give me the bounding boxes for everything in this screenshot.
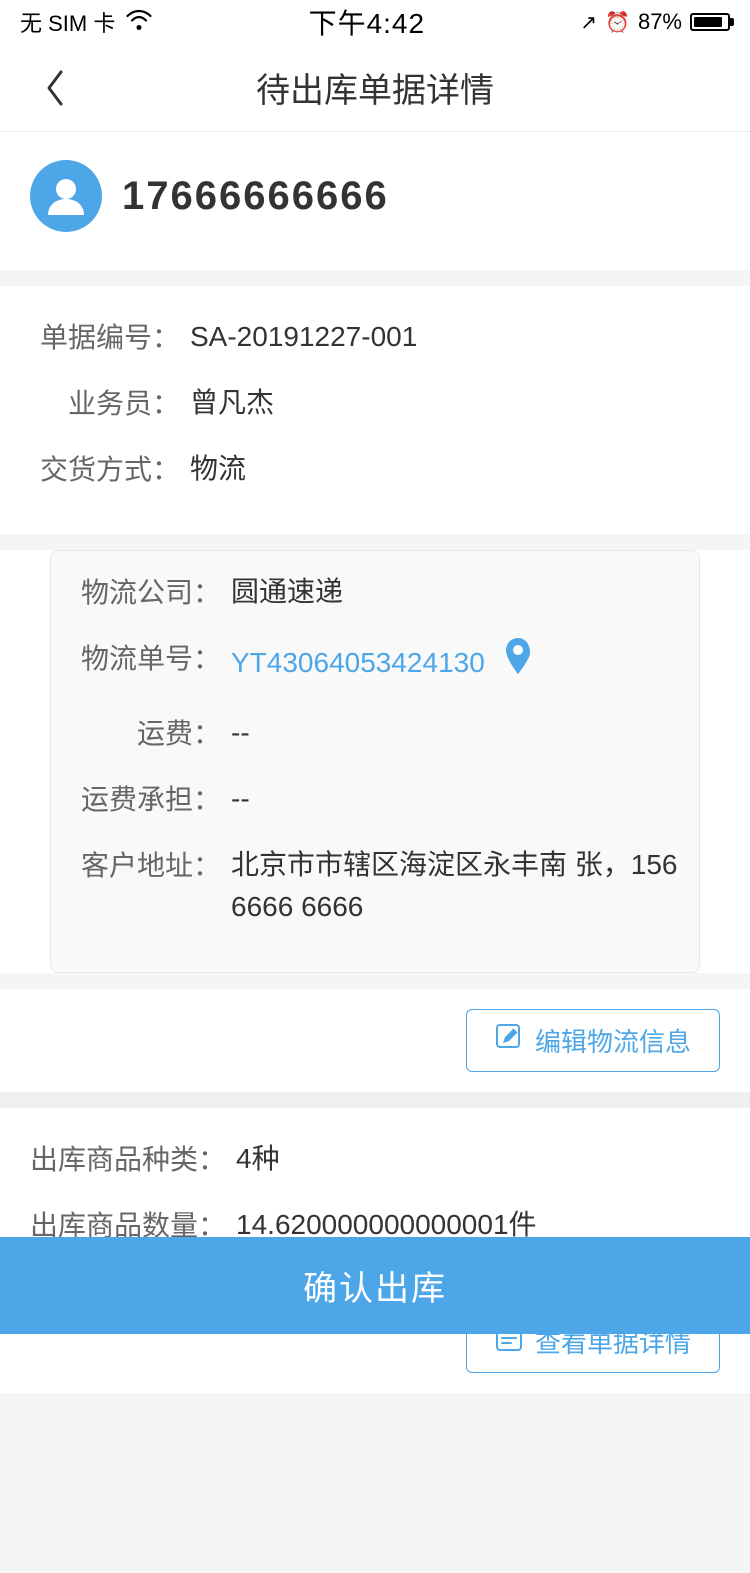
order-no-row: 单据编号： SA-20191227-001 <box>30 316 720 358</box>
back-button[interactable] <box>30 63 80 113</box>
edit-logistics-button[interactable]: 编辑物流信息 <box>466 1009 720 1072</box>
bottom-spacer <box>0 1393 750 1573</box>
dashed-divider <box>0 260 750 270</box>
freight-label: 运费： <box>71 712 231 752</box>
battery-icon <box>690 13 730 31</box>
delivery-method-label: 交货方式： <box>30 448 190 488</box>
logistics-company-label: 物流公司： <box>71 571 231 611</box>
section-separator <box>0 1092 750 1108</box>
status-left: 无 SIM 卡 <box>20 6 153 38</box>
delivery-method-value: 物流 <box>190 448 720 490</box>
tracking-number: YT43064053424130 <box>231 642 485 684</box>
nav-bar: 待出库单据详情 <box>0 44 750 132</box>
address-row: 客户地址： 北京市市辖区海淀区永丰南 张，156 6666 6666 <box>71 844 679 928</box>
location-icon[interactable] <box>501 637 535 688</box>
logistics-card: 物流公司： 圆通速递 物流单号： YT43064053424130 运费： --… <box>50 550 700 973</box>
freight-bearer-value: -- <box>231 778 679 820</box>
salesman-value: 曾凡杰 <box>190 382 720 424</box>
logistics-company-value: 圆通速递 <box>231 571 679 613</box>
order-no-label: 单据编号： <box>30 316 190 356</box>
confirm-button-wrapper: 确认出库 <box>0 1237 750 1334</box>
wifi-icon <box>125 8 153 36</box>
tracking-value: YT43064053424130 <box>231 637 679 688</box>
address-label: 客户地址： <box>71 844 231 884</box>
edit-icon <box>495 1023 523 1058</box>
tracking-label: 物流单号： <box>71 637 231 677</box>
freight-bearer-row: 运费承担： -- <box>71 778 679 820</box>
status-right: ↗ ⏰ 87% <box>580 9 730 35</box>
freight-row: 运费： -- <box>71 712 679 754</box>
address-value: 北京市市辖区海淀区永丰南 张，156 6666 6666 <box>231 844 679 928</box>
salesman-label: 业务员： <box>30 382 190 422</box>
no-sim-text: 无 SIM 卡 <box>20 6 115 38</box>
page-title: 待出库单据详情 <box>256 63 494 112</box>
confirm-button[interactable]: 确认出库 <box>0 1261 750 1310</box>
logistics-company-row: 物流公司： 圆通速递 <box>71 571 679 613</box>
order-no-value: SA-20191227-001 <box>190 316 720 358</box>
freight-value: -- <box>231 712 679 754</box>
status-bar: 无 SIM 卡 下午4:42 ↗ ⏰ 87% <box>0 0 750 44</box>
customer-header: 17666666666 <box>0 132 750 260</box>
time-display: 下午4:42 <box>309 2 426 42</box>
order-info-section: 单据编号： SA-20191227-001 业务员： 曾凡杰 交货方式： 物流 <box>0 286 750 534</box>
goods-types-label: 出库商品种类： <box>30 1138 236 1178</box>
tracking-row: 物流单号： YT43064053424130 <box>71 637 679 688</box>
customer-phone: 17666666666 <box>122 174 389 219</box>
battery-percent: 87% <box>638 9 682 35</box>
avatar <box>30 160 102 232</box>
alarm-icon: ⏰ <box>605 10 630 35</box>
edit-logistics-label: 编辑物流信息 <box>535 1022 691 1059</box>
delivery-method-row: 交货方式： 物流 <box>30 448 720 490</box>
goods-types-value: 4种 <box>236 1138 720 1180</box>
freight-bearer-label: 运费承担： <box>71 778 231 818</box>
goods-types-row: 出库商品种类： 4种 <box>30 1138 720 1180</box>
gps-icon: ↗ <box>580 10 597 35</box>
edit-logistics-section: 编辑物流信息 <box>0 989 750 1092</box>
salesman-row: 业务员： 曾凡杰 <box>30 382 720 424</box>
